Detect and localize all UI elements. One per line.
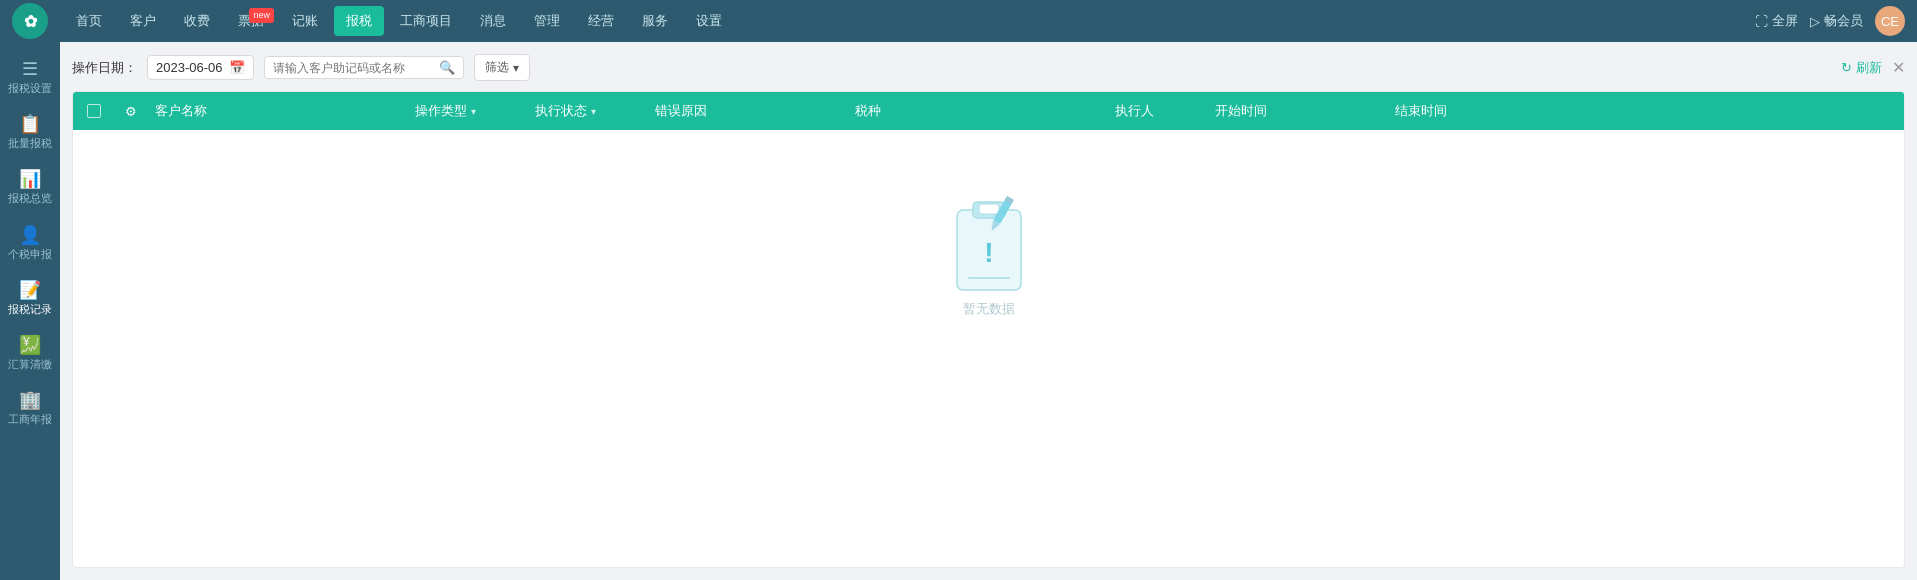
refresh-icon: ↻ [1841,60,1852,75]
nav-item-tax[interactable]: 报税 [334,6,384,36]
table-header: ⚙ 客户名称 操作类型 ▾ 执行状态 ▾ 错误原因 税种 [73,92,1904,130]
sidebar-item-label: 工商年报 [8,413,52,426]
personal-tax-icon: 👤 [19,226,41,244]
logo-icon: ✿ [24,12,37,31]
date-value: 2023-06-06 [156,60,223,75]
top-nav-right: ⛶ 全屏 ▷ 畅会员 CE [1755,6,1905,36]
empty-text: 暂无数据 [963,300,1015,318]
settlement-icon: 💹 [19,336,41,354]
batch-tax-icon: 📋 [19,115,41,133]
sidebar-item-annual-report[interactable]: 🏢 工商年报 [0,381,60,436]
nav-item-invoice[interactable]: 票据 new [226,6,276,36]
th-gear-icon[interactable]: ⚙ [115,104,147,119]
chevron-down-icon: ▾ [513,61,519,75]
nav-item-customer[interactable]: 客户 [118,6,168,36]
main-layout: ☰ 报税设置 📋 批量报税 📊 报税总览 👤 个税申报 📝 报税记录 💹 汇算清… [0,42,1917,580]
nav-item-settings[interactable]: 设置 [684,6,734,36]
date-label: 操作日期： [72,59,137,77]
status-sort-icon: ▾ [591,106,596,117]
vip-button[interactable]: ▷ 畅会员 [1810,12,1863,30]
filter-label: 筛选 [485,59,509,76]
svg-rect-2 [979,204,999,214]
th-tax-type: 税种 [847,102,1107,120]
tax-settings-icon: ☰ [22,60,38,78]
th-status[interactable]: 执行状态 ▾ [527,102,647,120]
empty-state-icon: ! [939,190,1039,300]
nav-item-business[interactable]: 工商项目 [388,6,464,36]
nav-item-operation[interactable]: 经营 [576,6,626,36]
table-container: ⚙ 客户名称 操作类型 ▾ 执行状态 ▾ 错误原因 税种 [72,91,1905,568]
sidebar-item-label: 报税记录 [8,303,52,316]
sidebar-item-tax-settings[interactable]: ☰ 报税设置 [0,50,60,105]
nav-items: 首页 客户 收费 票据 new 记账 报税 工商项目 消息 管理 经营 服务 设… [64,6,1755,36]
toolbar: 操作日期： 2023-06-06 📅 🔍 筛选 ▾ ↻ 刷新 ✕ [72,54,1905,81]
filter-button[interactable]: 筛选 ▾ [474,54,530,81]
refresh-button[interactable]: ↻ 刷新 [1841,59,1882,77]
content-area: 操作日期： 2023-06-06 📅 🔍 筛选 ▾ ↻ 刷新 ✕ [60,42,1917,580]
top-nav: ✿ 首页 客户 收费 票据 new 记账 报税 工商项目 消息 管理 经营 服务… [0,0,1917,42]
vip-icon: ▷ [1810,14,1820,29]
sidebar-item-tax-overview[interactable]: 📊 报税总览 [0,160,60,215]
sidebar-item-label: 批量报税 [8,137,52,150]
search-input[interactable] [273,61,433,75]
fullscreen-label: 全屏 [1772,12,1798,30]
fullscreen-icon: ⛶ [1755,14,1768,29]
fullscreen-button[interactable]: ⛶ 全屏 [1755,12,1798,30]
empty-state: ! 暂无数据 [73,130,1904,378]
sidebar-item-label: 个税申报 [8,248,52,261]
sidebar-item-tax-record[interactable]: 📝 报税记录 [0,271,60,326]
sidebar-item-personal-tax[interactable]: 👤 个税申报 [0,216,60,271]
user-avatar[interactable]: CE [1875,6,1905,36]
th-executor: 执行人 [1107,102,1207,120]
annual-report-icon: 🏢 [19,391,41,409]
sidebar-item-label: 报税设置 [8,82,52,95]
sidebar-item-batch-tax[interactable]: 📋 批量报税 [0,105,60,160]
tax-overview-icon: 📊 [19,170,41,188]
close-button[interactable]: ✕ [1892,58,1905,77]
calendar-icon: 📅 [229,60,245,75]
sidebar-item-label: 报税总览 [8,192,52,205]
search-box: 🔍 [264,56,464,79]
sidebar-item-settlement[interactable]: 💹 汇算清缴 [0,326,60,381]
nav-item-service[interactable]: 服务 [630,6,680,36]
sidebar: ☰ 报税设置 📋 批量报税 📊 报税总览 👤 个税申报 📝 报税记录 💹 汇算清… [0,42,60,580]
nav-item-home[interactable]: 首页 [64,6,114,36]
th-customer-name: 客户名称 [147,102,407,120]
tax-record-icon: 📝 [19,281,41,299]
app-logo[interactable]: ✿ [12,3,48,39]
sidebar-item-label: 汇算清缴 [8,358,52,371]
nav-item-fee[interactable]: 收费 [172,6,222,36]
search-icon[interactable]: 🔍 [439,60,455,75]
svg-text:!: ! [984,237,993,268]
op-type-sort-icon: ▾ [471,106,476,117]
th-checkbox[interactable] [73,104,115,118]
toolbar-right: ↻ 刷新 ✕ [1841,58,1905,77]
nav-item-management[interactable]: 管理 [522,6,572,36]
select-all-checkbox[interactable] [87,104,101,118]
vip-label: 畅会员 [1824,12,1863,30]
nav-item-bookkeeping[interactable]: 记账 [280,6,330,36]
th-end-time: 结束时间 [1387,102,1567,120]
date-picker[interactable]: 2023-06-06 📅 [147,55,254,80]
th-op-type[interactable]: 操作类型 ▾ [407,102,527,120]
invoice-badge: new [249,8,274,23]
nav-item-message[interactable]: 消息 [468,6,518,36]
refresh-label: 刷新 [1856,59,1882,77]
th-error: 错误原因 [647,102,847,120]
th-start-time: 开始时间 [1207,102,1387,120]
